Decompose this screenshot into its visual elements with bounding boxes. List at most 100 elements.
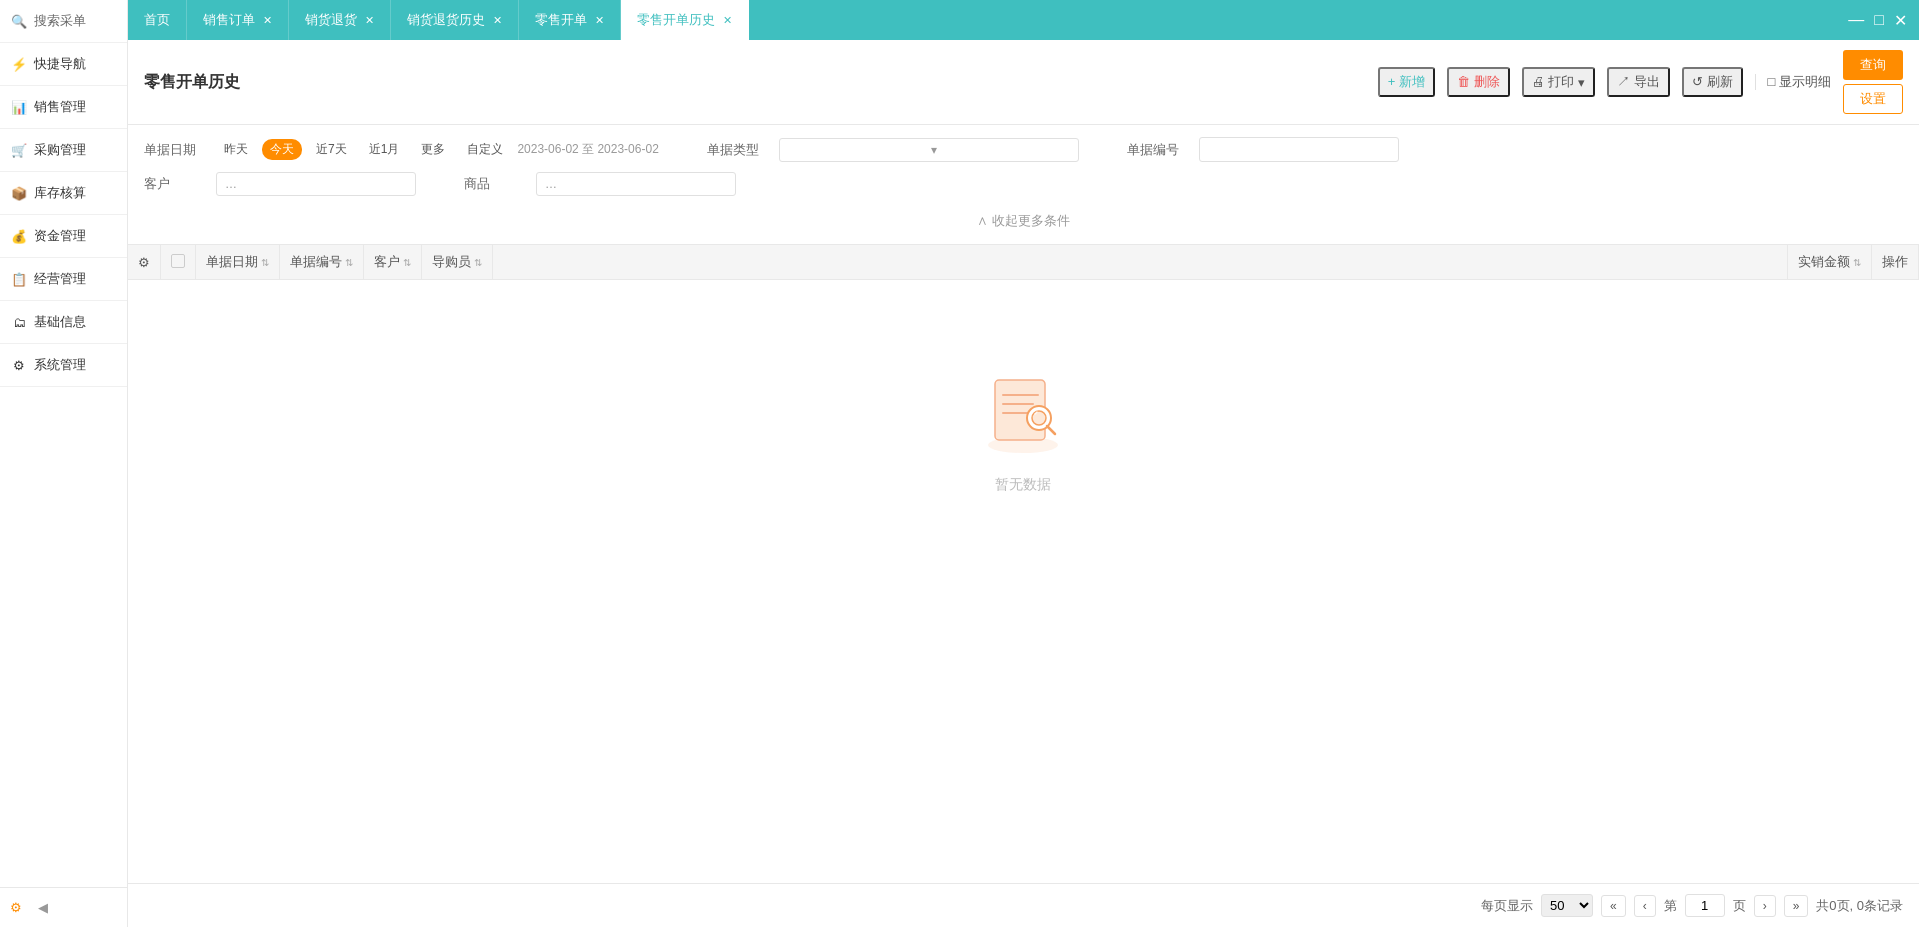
type-filter-select[interactable]: ▾ (779, 138, 1079, 162)
page-number-input[interactable] (1685, 894, 1725, 917)
goods-filter-select[interactable]: … (536, 172, 736, 196)
date-today-btn[interactable]: 今天 (262, 139, 302, 160)
sidebar: 🔍 搜索采单 ⚡ 快捷导航 📊 销售管理 🛒 采购管理 📦 库存核算 💰 资金管… (0, 0, 128, 927)
col-checkbox[interactable] (161, 245, 196, 280)
sort-customer-icon: ⇅ (403, 257, 411, 268)
tab-home[interactable]: 首页 (128, 0, 187, 40)
print-arrow-icon: ▾ (1578, 75, 1585, 90)
sidebar-item-sales-mgmt[interactable]: 📊 销售管理 (0, 86, 127, 129)
display-detail-button[interactable]: □ 显示明细 (1768, 73, 1831, 91)
tab-retail-open[interactable]: 零售开单 ✕ (519, 0, 621, 40)
sidebar-item-purchase-mgmt[interactable]: 🛒 采购管理 (0, 129, 127, 172)
purchase-mgmt-icon: 🛒 (10, 141, 28, 159)
table-header-row: ⚙ 单据日期 ⇅ 单据编号 (128, 245, 1919, 280)
sort-salesperson[interactable]: 导购员 ⇅ (432, 253, 482, 271)
close-button[interactable]: ✕ (1894, 11, 1907, 30)
date-custom-btn[interactable]: 自定义 (459, 139, 511, 160)
prev-page-button[interactable]: ‹ (1634, 895, 1656, 917)
date-yesterday-btn[interactable]: 昨天 (216, 139, 256, 160)
more-conditions-label: ∧ 收起更多条件 (977, 212, 1070, 230)
data-table: ⚙ 单据日期 ⇅ 单据编号 (128, 245, 1919, 574)
refresh-button[interactable]: ↺ 刷新 (1682, 67, 1743, 97)
date-filter-group: 昨天 今天 近7天 近1月 更多 自定义 2023-06-02 至 2023-0… (216, 139, 659, 160)
tab-sales-return-label: 销货退货 (305, 11, 357, 29)
sort-date[interactable]: 单据日期 ⇅ (206, 253, 269, 271)
col-number: 单据编号 ⇅ (280, 245, 364, 280)
sidebar-item-ops-mgmt[interactable]: 📋 经营管理 (0, 258, 127, 301)
empty-illustration (973, 360, 1073, 460)
sidebar-item-inventory[interactable]: 📦 库存核算 (0, 172, 127, 215)
type-select-arrow: ▾ (931, 143, 1070, 157)
tab-sales-order-label: 销售订单 (203, 11, 255, 29)
sidebar-item-sys-mgmt[interactable]: ⚙ 系统管理 (0, 344, 127, 387)
next-page-button[interactable]: › (1754, 895, 1776, 917)
col-gear[interactable]: ⚙ (128, 245, 161, 280)
delete-button[interactable]: 🗑 删除 (1447, 67, 1510, 97)
customer-filter-select[interactable]: … (216, 172, 416, 196)
sidebar-search[interactable]: 🔍 搜索采单 (0, 0, 127, 43)
col-number-label: 单据编号 (290, 253, 342, 271)
sidebar-item-label: 库存核算 (34, 184, 86, 202)
sort-customer[interactable]: 客户 ⇅ (374, 253, 411, 271)
page-size-select[interactable]: 50 10 20 100 (1541, 894, 1593, 917)
goods-filter-label: 商品 (464, 175, 520, 193)
sidebar-item-label: 基础信息 (34, 313, 86, 331)
sidebar-item-quick-nav[interactable]: ⚡ 快捷导航 (0, 43, 127, 86)
tab-sales-order[interactable]: 销售订单 ✕ (187, 0, 289, 40)
tab-bar: 首页 销售订单 ✕ 销货退货 ✕ 销货退货历史 ✕ 零售开单 ✕ 零售开单历史 … (128, 0, 1919, 40)
search-icon: 🔍 (10, 12, 28, 30)
col-action-label: 操作 (1882, 254, 1908, 269)
sort-number[interactable]: 单据编号 ⇅ (290, 253, 353, 271)
print-button[interactable]: 🖨 打印 ▾ (1522, 67, 1596, 97)
export-button[interactable]: ↗ 导出 (1607, 67, 1670, 97)
quick-nav-icon: ⚡ (10, 55, 28, 73)
col-salesperson-label: 导购员 (432, 253, 471, 271)
sidebar-gear-button[interactable]: ⚙ (10, 900, 22, 915)
more-conditions-toggle[interactable]: ∧ 收起更多条件 (144, 206, 1903, 232)
tab-retail-open-history[interactable]: 零售开单历史 ✕ (621, 0, 749, 40)
tab-sales-order-close[interactable]: ✕ (263, 14, 272, 27)
tab-sales-return-history-label: 销货退货历史 (407, 11, 485, 29)
minimize-button[interactable]: — (1848, 11, 1864, 29)
settings-button[interactable]: 设置 (1843, 84, 1903, 114)
col-date: 单据日期 ⇅ (196, 245, 280, 280)
empty-state: 暂无数据 (128, 280, 1919, 574)
type-filter-label: 单据类型 (707, 141, 763, 159)
col-customer-label: 客户 (374, 253, 400, 271)
page-title: 零售开单历史 (144, 72, 240, 93)
sort-amount[interactable]: 实销金额 ⇅ (1798, 253, 1861, 271)
sidebar-search-label: 搜索采单 (34, 12, 86, 30)
date-7days-btn[interactable]: 近7天 (308, 139, 355, 160)
sidebar-item-basic-info[interactable]: 🗂 基础信息 (0, 301, 127, 344)
inventory-icon: 📦 (10, 184, 28, 202)
number-filter-input[interactable] (1199, 137, 1399, 162)
col-customer: 客户 ⇅ (364, 245, 422, 280)
tab-sales-return-history[interactable]: 销货退货历史 ✕ (391, 0, 519, 40)
date-more-btn[interactable]: 更多 (413, 139, 453, 160)
customer-filter-label: 客户 (144, 175, 200, 193)
sidebar-item-finance[interactable]: 💰 资金管理 (0, 215, 127, 258)
tab-sales-return[interactable]: 销货退货 ✕ (289, 0, 391, 40)
tab-retail-open-history-label: 零售开单历史 (637, 11, 715, 29)
tab-sales-return-close[interactable]: ✕ (365, 14, 374, 27)
select-all-checkbox[interactable] (171, 254, 185, 268)
tab-sales-return-history-close[interactable]: ✕ (493, 14, 502, 27)
tab-retail-open-close[interactable]: ✕ (595, 14, 604, 27)
date-1month-btn[interactable]: 近1月 (361, 139, 408, 160)
action-divider (1755, 74, 1756, 90)
first-page-button[interactable]: « (1601, 895, 1626, 917)
maximize-button[interactable]: □ (1874, 11, 1884, 29)
page-header: 零售开单历史 + 新增 🗑 删除 🖨 打印 ▾ ↗ 导出 ↺ 刷新 □ 显示明细… (128, 40, 1919, 125)
sidebar-collapse-button[interactable]: ◀ (38, 900, 48, 915)
query-button[interactable]: 查询 (1843, 50, 1903, 80)
sidebar-item-label: 销售管理 (34, 98, 86, 116)
svg-point-7 (1032, 411, 1046, 425)
col-amount-label: 实销金额 (1798, 253, 1850, 271)
sales-mgmt-icon: 📊 (10, 98, 28, 116)
last-page-button[interactable]: » (1784, 895, 1809, 917)
page-of-label: 页 (1733, 897, 1746, 915)
svg-line-8 (1047, 426, 1055, 434)
col-action: 操作 (1872, 245, 1919, 280)
add-button[interactable]: + 新增 (1378, 67, 1435, 97)
tab-retail-open-history-close[interactable]: ✕ (723, 14, 732, 27)
